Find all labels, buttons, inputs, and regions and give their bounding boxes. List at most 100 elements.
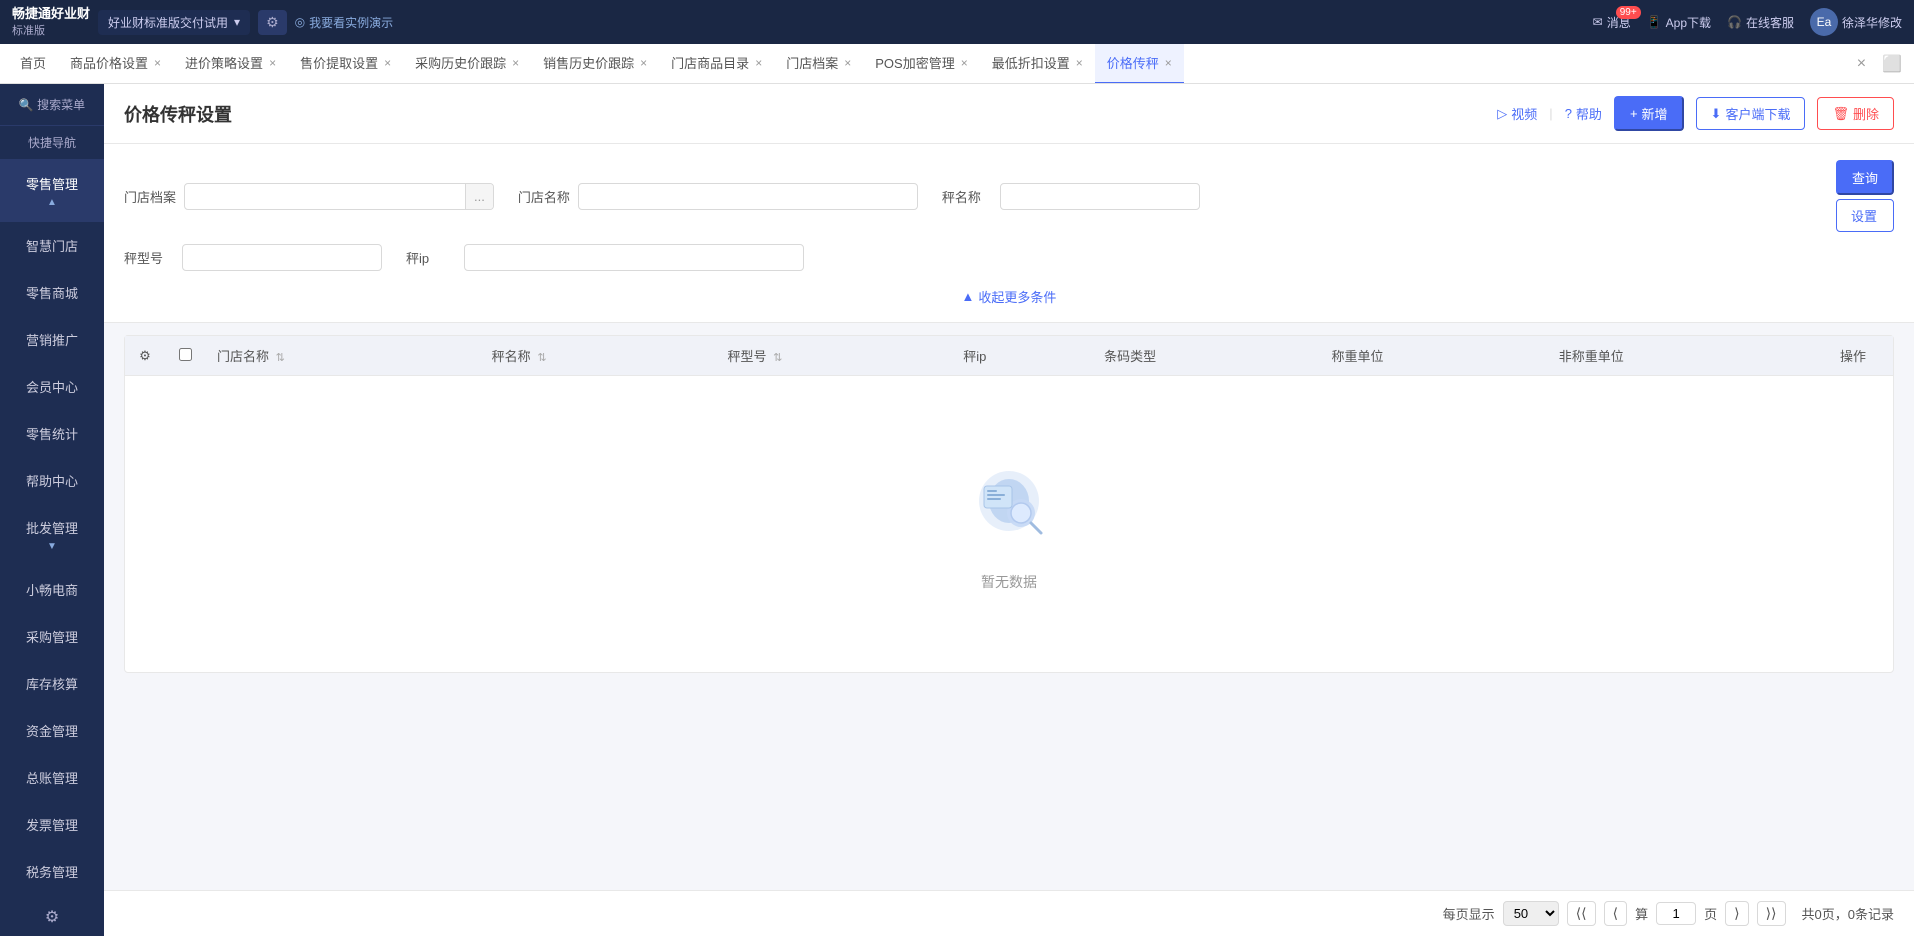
store-archive-ellipsis-btn[interactable]: ... xyxy=(465,184,493,209)
content-area: 价格传秤设置 ▷ 视频 | ? 帮助 + 新增 xyxy=(104,84,1914,936)
empty-illustration xyxy=(959,456,1059,556)
version-selector[interactable]: 好业财标准版交付试用 ▾ xyxy=(98,10,250,35)
query-button[interactable]: 查询 xyxy=(1836,160,1894,195)
sidebar-item-retail-management[interactable]: 零售管理 ▲ xyxy=(0,160,104,222)
table-header-scale-model[interactable]: 秤型号 ⇅ xyxy=(715,336,951,376)
sidebar-item-retail-stats[interactable]: 零售统计 xyxy=(0,410,104,457)
tab-close-icon[interactable]: × xyxy=(755,56,762,70)
sidebar-item-label: 零售统计 xyxy=(26,424,78,443)
sidebar-item-member-center[interactable]: 会员中心 xyxy=(0,363,104,410)
tab-sale-extract[interactable]: 售价提取设置 × xyxy=(288,44,403,84)
tab-close-icon[interactable]: × xyxy=(154,56,161,70)
client-download-button[interactable]: ⬇ 客户端下载 xyxy=(1696,97,1806,130)
user-avatar-area[interactable]: Ea 徐泽华修改 xyxy=(1810,8,1902,36)
tab-min-discount[interactable]: 最低折扣设置 × xyxy=(980,44,1095,84)
online-service-action[interactable]: 🎧 在线客服 xyxy=(1727,14,1794,31)
sidebar-item-invoice[interactable]: 发票管理 xyxy=(0,801,104,848)
tab-purchase-strategy[interactable]: 进价策略设置 × xyxy=(173,44,288,84)
sidebar-item-retail-mall[interactable]: 零售商城 xyxy=(0,269,104,316)
sidebar-item-inventory[interactable]: 库存核算 xyxy=(0,660,104,707)
sidebar-item-xiao-chang-ecom[interactable]: 小畅电商 xyxy=(0,566,104,613)
sidebar-quick-nav[interactable]: 快捷导航 xyxy=(0,126,104,160)
scale-model-label: 秤型号 xyxy=(124,248,174,267)
scale-ip-input[interactable] xyxy=(464,244,804,271)
tab-label: 价格传秤 xyxy=(1107,53,1159,72)
tab-commodity-price[interactable]: 商品价格设置 × xyxy=(58,44,173,84)
tab-store-archive[interactable]: 门店档案 × xyxy=(774,44,863,84)
table-header-settings[interactable]: ⚙ xyxy=(125,336,165,376)
table-header-non-weight-unit: 非称重单位 xyxy=(1547,336,1813,376)
tab-close-icon[interactable]: × xyxy=(512,56,519,70)
tab-label: 最低折扣设置 xyxy=(992,53,1070,72)
sidebar-item-wholesale-mgmt[interactable]: 批发管理 ▼ xyxy=(0,504,104,566)
tab-price-scale[interactable]: 价格传秤 × xyxy=(1095,44,1184,84)
tab-close-all-button[interactable]: × xyxy=(1853,51,1870,77)
video-link[interactable]: ▷ 视频 xyxy=(1497,104,1537,123)
store-archive-input[interactable] xyxy=(185,184,465,209)
table-header-checkbox[interactable] xyxy=(165,336,205,376)
selector-gear-icon[interactable]: ⚙ xyxy=(258,10,287,35)
selector-label: 好业财标准版交付试用 xyxy=(108,14,228,31)
setting-button[interactable]: 设置 xyxy=(1836,199,1894,232)
sidebar-item-purchase-mgmt[interactable]: 采购管理 xyxy=(0,613,104,660)
help-icon: ? xyxy=(1565,106,1572,121)
tab-close-icon[interactable]: × xyxy=(1076,56,1083,70)
top-bar-right: ✉ 消息 99+ 📱 App下载 🎧 在线客服 Ea 徐泽华修改 xyxy=(1593,8,1902,36)
delete-button[interactable]: 🗑 删除 xyxy=(1817,97,1894,130)
scale-ip-label: 秤ip xyxy=(406,248,456,267)
scale-name-input[interactable] xyxy=(1000,183,1200,210)
sidebar-item-help-center[interactable]: 帮助中心 xyxy=(0,457,104,504)
demo-label: 我要看实例演示 xyxy=(309,14,393,31)
sidebar-quick-nav-label: 快捷导航 xyxy=(28,136,76,150)
tab-close-icon[interactable]: × xyxy=(640,56,647,70)
table-header-operation: 操作 xyxy=(1813,336,1893,376)
sidebar-item-tax[interactable]: 税务管理 xyxy=(0,848,104,895)
scale-model-input[interactable] xyxy=(182,244,382,271)
demo-button[interactable]: ◎ 我要看实例演示 xyxy=(295,14,394,31)
headset-icon: 🎧 xyxy=(1727,15,1742,29)
store-name-input[interactable] xyxy=(578,183,918,210)
tab-menu-button[interactable]: ⬜ xyxy=(1878,50,1906,78)
add-button[interactable]: + 新增 xyxy=(1614,96,1684,131)
prev-page-button[interactable]: ⟨ xyxy=(1604,901,1627,926)
sidebar-item-ledger[interactable]: 总账管理 xyxy=(0,754,104,801)
sidebar-search[interactable]: 🔍 搜索菜单 xyxy=(0,84,104,126)
tab-close-icon[interactable]: × xyxy=(961,56,968,70)
message-action[interactable]: ✉ 消息 99+ xyxy=(1593,14,1631,31)
tab-purchase-history[interactable]: 采购历史价跟踪 × xyxy=(403,44,531,84)
filter-store-archive: 门店档案 ... xyxy=(124,183,494,210)
first-page-button[interactable]: ⟨⟨ xyxy=(1567,901,1596,926)
table-header-store-name[interactable]: 门店名称 ⇅ xyxy=(205,336,480,376)
divider: | xyxy=(1549,106,1552,121)
tab-pos-encrypt[interactable]: POS加密管理 × xyxy=(863,44,979,84)
tab-label: 门店档案 xyxy=(786,53,838,72)
per-page-select[interactable]: 50 10 20 100 xyxy=(1503,901,1559,926)
tab-close-icon[interactable]: × xyxy=(269,56,276,70)
page-number-input[interactable] xyxy=(1656,902,1696,925)
tab-sales-history[interactable]: 销售历史价跟踪 × xyxy=(531,44,659,84)
app-download-action[interactable]: 📱 App下载 xyxy=(1647,14,1711,31)
chevron-down-icon: ▼ xyxy=(47,541,57,552)
video-icon: ▷ xyxy=(1497,106,1507,122)
settings-icon[interactable]: ⚙ xyxy=(45,909,59,926)
sidebar-item-marketing[interactable]: 营销推广 xyxy=(0,316,104,363)
table-header-scale-name[interactable]: 秤名称 ⇅ xyxy=(480,336,716,376)
sidebar-item-label: 会员中心 xyxy=(26,377,78,396)
tab-home[interactable]: 首页 xyxy=(8,44,58,84)
message-icon: ✉ xyxy=(1593,15,1603,29)
help-link[interactable]: ? 帮助 xyxy=(1565,104,1602,123)
select-all-checkbox[interactable] xyxy=(179,348,192,361)
collapse-filters-button[interactable]: ▲ 收起更多条件 xyxy=(962,287,1057,306)
sidebar-item-label: 资金管理 xyxy=(26,721,78,740)
sidebar-item-finance[interactable]: 资金管理 xyxy=(0,707,104,754)
last-page-button[interactable]: ⟩⟩ xyxy=(1757,901,1786,926)
tab-close-icon[interactable]: × xyxy=(844,56,851,70)
tab-close-icon[interactable]: × xyxy=(384,56,391,70)
sidebar-item-smart-store[interactable]: 智慧门店 xyxy=(0,222,104,269)
col-label: 秤名称 xyxy=(492,349,531,364)
sidebar-item-label: 小畅电商 xyxy=(26,580,78,599)
tab-store-catalog[interactable]: 门店商品目录 × xyxy=(659,44,774,84)
next-page-button[interactable]: ⟩ xyxy=(1725,901,1748,926)
tab-close-icon[interactable]: × xyxy=(1165,56,1172,70)
sidebar-item-label: 税务管理 xyxy=(26,862,78,881)
